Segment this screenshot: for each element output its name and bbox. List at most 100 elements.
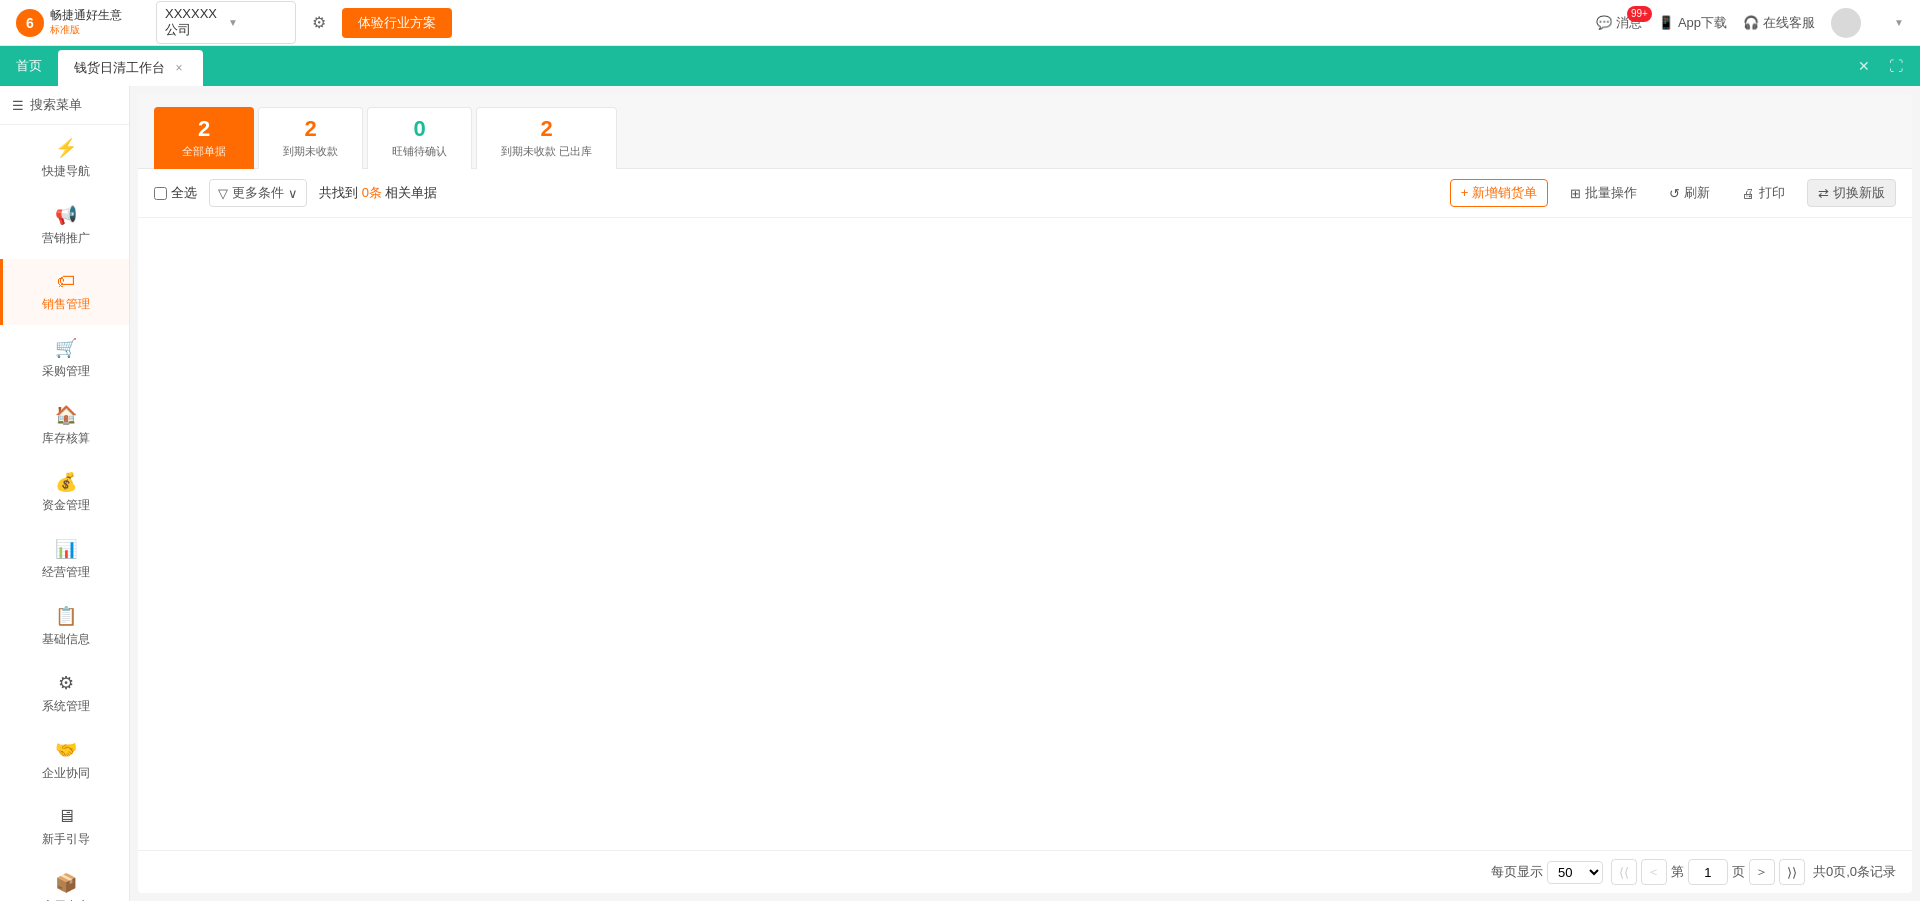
user-name[interactable]: ▼ xyxy=(1877,14,1904,32)
user-chevron-icon: ▼ xyxy=(1894,17,1904,28)
stat-num-all: 2 xyxy=(198,116,210,142)
sidebar-item-inventory-label: 库存核算 xyxy=(42,430,90,447)
message-btn[interactable]: 💬 消息 99+ xyxy=(1596,14,1642,32)
filter-button[interactable]: ▽ 更多条件 ∨ xyxy=(209,179,307,207)
print-btn[interactable]: 🖨 打印 xyxy=(1732,180,1795,206)
sidebar-item-system[interactable]: ⚙ 系统管理 xyxy=(0,660,129,727)
toolbar-right: + 新增销货单 ⊞ 批量操作 ↺ 刷新 🖨 打印 ⇄ xyxy=(1450,179,1896,207)
refresh-icon: ↺ xyxy=(1669,186,1680,201)
avatar[interactable] xyxy=(1831,8,1861,38)
select-all-label: 全选 xyxy=(171,184,197,202)
sidebar-item-app-center[interactable]: 📦 应用中心 xyxy=(0,860,129,901)
stat-label-overdue: 到期未收款 xyxy=(283,144,338,159)
logo-name: 畅捷通好生意 xyxy=(50,8,122,24)
switch-version-button[interactable]: ⇄ 切换新版 xyxy=(1807,179,1896,207)
content-area: 2 全部单据 2 到期未收款 0 旺铺待确认 2 到期未收款 已出库 xyxy=(130,86,1920,901)
stat-label-pending: 旺铺待确认 xyxy=(392,144,447,159)
switch-label: 切换新版 xyxy=(1833,184,1885,202)
inventory-icon: 🏠 xyxy=(55,404,77,426)
stat-num-overdue-shipped: 2 xyxy=(540,116,552,142)
cooperation-icon: 🤝 xyxy=(55,739,77,761)
trial-button[interactable]: 体验行业方案 xyxy=(342,8,452,38)
sidebar-item-base-info[interactable]: 📋 基础信息 xyxy=(0,593,129,660)
settings-icon[interactable]: ⚙ xyxy=(304,8,334,38)
support-icon: 🎧 xyxy=(1743,15,1759,30)
purchase-icon: 🛒 xyxy=(55,337,77,359)
chevron-down-icon: ▼ xyxy=(228,17,287,28)
logo-tag: 标准版 xyxy=(50,23,122,37)
guide-icon: 🖥 xyxy=(57,806,75,827)
found-suffix: 相关单据 xyxy=(385,185,437,200)
refresh-btn[interactable]: ↺ 刷新 xyxy=(1659,180,1720,206)
company-selector[interactable]: XXXXXX公司 ▼ xyxy=(156,1,296,44)
sidebar-item-inventory[interactable]: 🏠 库存核算 xyxy=(0,392,129,459)
stat-num-pending: 0 xyxy=(413,116,425,142)
system-icon: ⚙ xyxy=(58,672,74,694)
filter-icon: ▽ xyxy=(218,186,228,201)
marketing-icon: 📢 xyxy=(55,204,77,226)
logo-icon: 6 xyxy=(16,9,44,37)
sidebar-item-sales-label: 销售管理 xyxy=(42,296,90,313)
sidebar: ☰ 搜索菜单 ⚡ 快捷导航 📢 营销推广 🏷 销售管理 🛒 采购管理 🏠 库存核… xyxy=(0,86,130,901)
stats-tabs: 2 全部单据 2 到期未收款 0 旺铺待确认 2 到期未收款 已出库 xyxy=(138,94,1912,169)
page-number-input[interactable] xyxy=(1688,859,1728,885)
search-menu-btn[interactable]: ☰ 搜索菜单 xyxy=(0,86,129,125)
page-first-btn[interactable]: ⟨⟨ xyxy=(1611,859,1637,885)
sidebar-item-finance[interactable]: 💰 资金管理 xyxy=(0,459,129,526)
company-name: XXXXXX公司 xyxy=(165,6,224,39)
finance-icon: 💰 xyxy=(55,471,77,493)
sidebar-item-marketing[interactable]: 📢 营销推广 xyxy=(0,192,129,259)
app-download-btn[interactable]: 📱 App下载 xyxy=(1658,14,1727,32)
batch-icon: ⊞ xyxy=(1570,186,1581,201)
page-size-label: 每页显示 xyxy=(1491,863,1543,881)
stat-tab-all[interactable]: 2 全部单据 xyxy=(154,107,254,169)
stat-tab-pending[interactable]: 0 旺铺待确认 xyxy=(367,107,472,169)
app-download-label: App下载 xyxy=(1678,14,1727,32)
page-size-selector: 每页显示 50 100 200 xyxy=(1491,861,1603,884)
page-label: 第 xyxy=(1671,863,1684,881)
tab-close-icon[interactable]: × xyxy=(171,60,187,76)
quick-nav-icon: ⚡ xyxy=(55,137,77,159)
pagination: 每页显示 50 100 200 ⟨⟨ ＜ 第 页 ＞ ⟩⟩ 共0页,0条 xyxy=(138,850,1912,893)
batch-btn[interactable]: ⊞ 批量操作 xyxy=(1560,180,1647,206)
tab-maximize-icon[interactable]: ⛶ xyxy=(1884,54,1908,78)
tab-minimize-icon[interactable]: ✕ xyxy=(1852,54,1876,78)
tab-workbench[interactable]: 钱货日清工作台 × xyxy=(58,50,203,86)
main-layout: ☰ 搜索菜单 ⚡ 快捷导航 📢 营销推广 🏷 销售管理 🛒 采购管理 🏠 库存核… xyxy=(0,86,1920,901)
app-download-icon: 📱 xyxy=(1658,15,1674,30)
tab-home[interactable]: 首页 xyxy=(0,46,58,86)
message-badge: 99+ xyxy=(1627,6,1652,22)
page-size-select[interactable]: 50 100 200 xyxy=(1547,861,1603,884)
filter-chevron-icon: ∨ xyxy=(288,186,298,201)
select-all-checkbox[interactable] xyxy=(154,187,167,200)
search-menu-label: 搜索菜单 xyxy=(30,96,82,114)
sidebar-item-quick-nav-label: 快捷导航 xyxy=(42,163,90,180)
stat-tab-overdue-shipped[interactable]: 2 到期未收款 已出库 xyxy=(476,107,617,169)
tab-home-label: 首页 xyxy=(16,57,42,75)
select-all-wrapper[interactable]: 全选 xyxy=(154,184,197,202)
sidebar-item-sales[interactable]: 🏷 销售管理 xyxy=(0,259,129,325)
app-center-icon: 📦 xyxy=(55,872,77,894)
sidebar-item-guide[interactable]: 🖥 新手引导 xyxy=(0,794,129,860)
stat-tab-overdue[interactable]: 2 到期未收款 xyxy=(258,107,363,169)
toolbar: 全选 ▽ 更多条件 ∨ 共找到 0条 相关单据 + 新增销货单 ⊞ 批量操作 xyxy=(138,169,1912,218)
sidebar-item-quick-nav[interactable]: ⚡ 快捷导航 xyxy=(0,125,129,192)
page-next-btn[interactable]: ＞ xyxy=(1749,859,1775,885)
page-last-btn[interactable]: ⟩⟩ xyxy=(1779,859,1805,885)
tab-workbench-label: 钱货日清工作台 xyxy=(74,59,165,77)
user-name-text xyxy=(1877,14,1890,32)
top-header: 6 畅捷通好生意 标准版 XXXXXX公司 ▼ ⚙ 体验行业方案 💬 消息 99… xyxy=(0,0,1920,46)
new-sale-button[interactable]: + 新增销货单 xyxy=(1450,179,1548,207)
sidebar-item-purchase[interactable]: 🛒 采购管理 xyxy=(0,325,129,392)
found-count: 0条 xyxy=(362,185,382,200)
page-prev-btn[interactable]: ＜ xyxy=(1641,859,1667,885)
sidebar-item-operations[interactable]: 📊 经营管理 xyxy=(0,526,129,593)
sidebar-item-marketing-label: 营销推广 xyxy=(42,230,90,247)
refresh-label: 刷新 xyxy=(1684,184,1710,202)
total-text: 共0页,0条记录 xyxy=(1813,863,1896,881)
print-label: 打印 xyxy=(1759,184,1785,202)
sidebar-item-system-label: 系统管理 xyxy=(42,698,90,715)
sidebar-item-purchase-label: 采购管理 xyxy=(42,363,90,380)
sidebar-item-cooperation[interactable]: 🤝 企业协同 xyxy=(0,727,129,794)
support-btn[interactable]: 🎧 在线客服 xyxy=(1743,14,1815,32)
